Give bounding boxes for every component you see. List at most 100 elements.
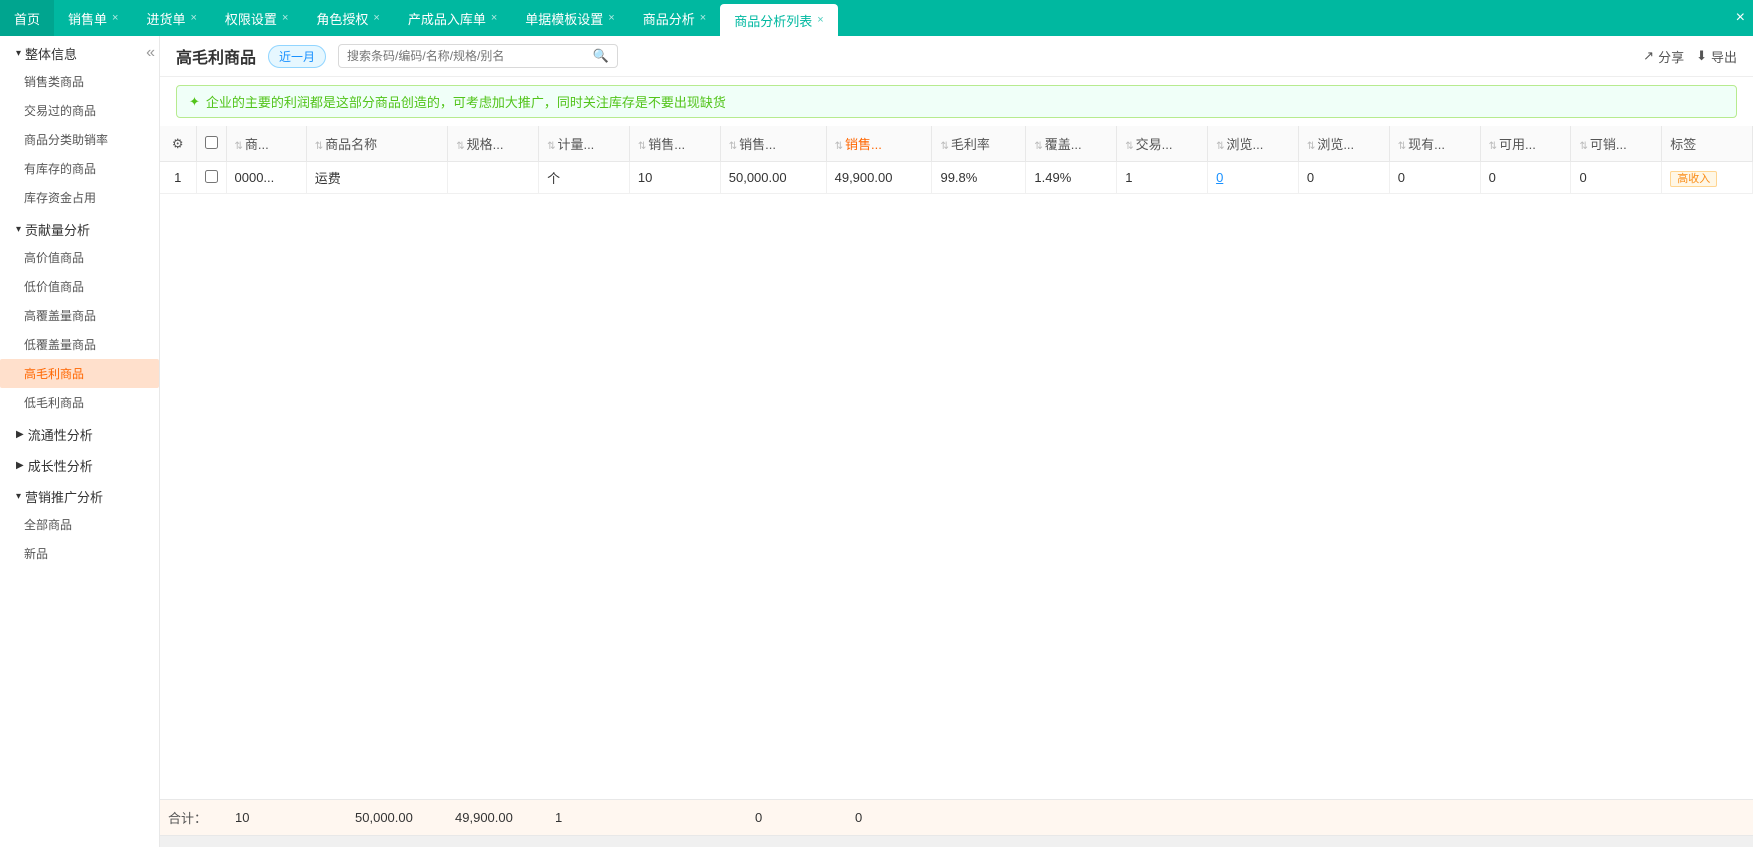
nav-sales[interactable]: 销售单 × — [54, 0, 132, 36]
group-marketing-arrow: ▾ — [16, 491, 21, 502]
export-button[interactable]: ⬇ 导出 — [1696, 47, 1737, 66]
col-tag[interactable]: 标签 — [1662, 126, 1753, 162]
nav-permissions-close[interactable]: × — [282, 12, 288, 24]
nav-roles-close[interactable]: × — [373, 12, 379, 24]
search-input[interactable] — [347, 49, 593, 63]
col-coverage[interactable]: ⇅覆盖... — [1026, 126, 1117, 162]
col-sales-profit[interactable]: ⇅销售... — [826, 126, 932, 162]
content-header: 高毛利商品 近一月 🔍 ↗ 分享 ⬇ 导出 — [160, 36, 1753, 77]
sidebar-group-contribution[interactable]: ▾ 贡献量分析 — [0, 212, 159, 243]
footer-sales-amount: 50,000.00 — [347, 810, 447, 825]
nav-permissions[interactable]: 权限设置 × — [211, 0, 302, 36]
notice-icon: ✦ — [189, 94, 200, 110]
footer-browse2: 0 — [747, 810, 847, 825]
col-browse2[interactable]: ⇅浏览... — [1298, 126, 1389, 162]
footer-cells: 10 50,000.00 49,900.00 1 0 0 — [227, 810, 947, 825]
sidebar-item-stock-goods[interactable]: 有库存的商品 — [0, 154, 159, 183]
footer-trade: 1 — [547, 810, 747, 825]
nav-purchase-close[interactable]: × — [190, 12, 196, 24]
table-header-row: ⚙ ⇅商... ⇅商品名称 ⇅规格... ⇅计量... ⇅销售... ⇅销售..… — [160, 126, 1753, 162]
sidebar-item-low-coverage[interactable]: 低覆盖量商品 — [0, 330, 159, 359]
settings-icon[interactable]: ⚙ — [172, 136, 184, 151]
nav-goods-analysis-list[interactable]: 商品分析列表 × — [720, 4, 837, 36]
group-overview-arrow: ▾ — [16, 48, 21, 59]
col-current[interactable]: ⇅现有... — [1389, 126, 1480, 162]
select-all-checkbox[interactable] — [205, 136, 218, 149]
nav-template[interactable]: 单据模板设置 × — [511, 0, 628, 36]
cell-code: 0000... — [226, 162, 306, 194]
nav-roles[interactable]: 角色授权 × — [302, 0, 393, 36]
cell-current: 0 — [1389, 162, 1480, 194]
col-available[interactable]: ⇅可用... — [1480, 126, 1571, 162]
cell-trade: 1 — [1117, 162, 1208, 194]
cell-unit: 个 — [539, 162, 630, 194]
col-sales-amount[interactable]: ⇅销售... — [720, 126, 826, 162]
cell-checkbox[interactable] — [196, 162, 226, 194]
tag-badge: 高收入 — [1670, 171, 1717, 187]
nav-template-close[interactable]: × — [608, 12, 614, 24]
cell-available: 0 — [1480, 162, 1571, 194]
filter-tag-recent-month[interactable]: 近一月 — [268, 45, 326, 68]
export-icon: ⬇ — [1696, 48, 1707, 64]
footer-saleable: 0 — [847, 810, 947, 825]
header-right-actions: ↗ 分享 ⬇ 导出 — [1643, 47, 1737, 66]
sidebar-item-high-value[interactable]: 高价值商品 — [0, 243, 159, 272]
nav-production-close[interactable]: × — [491, 12, 497, 24]
page-title: 高毛利商品 — [176, 44, 256, 68]
nav-goods-analysis[interactable]: 商品分析 × — [629, 0, 720, 36]
share-button[interactable]: ↗ 分享 — [1643, 47, 1684, 66]
sidebar-group-growth[interactable]: ▶ 成长性分析 — [0, 448, 159, 479]
sidebar-item-low-margin[interactable]: 低毛利商品 — [0, 388, 159, 417]
col-browse1[interactable]: ⇅浏览... — [1208, 126, 1299, 162]
nav-production[interactable]: 产成品入库单 × — [394, 0, 511, 36]
sidebar-item-high-coverage[interactable]: 高覆盖量商品 — [0, 301, 159, 330]
cell-sales-qty: 10 — [629, 162, 720, 194]
sidebar-item-sales-goods[interactable]: 销售类商品 — [0, 67, 159, 96]
notice-text: 企业的主要的利润都是这部分商品创造的，可考虑加大推广，同时关注库存是不要出现缺货 — [206, 92, 726, 111]
sidebar-item-stock-fund[interactable]: 库存资金占用 — [0, 183, 159, 212]
group-liquidity-arrow: ▶ — [16, 429, 24, 440]
sidebar-item-new-goods[interactable]: 新品 — [0, 539, 159, 568]
nav-purchase[interactable]: 进货单 × — [132, 0, 210, 36]
close-all-tabs-icon[interactable]: × — [1736, 9, 1745, 27]
table-footer: 合计： 10 50,000.00 49,900.00 1 0 0 — [160, 799, 1753, 835]
nav-sales-close[interactable]: × — [112, 12, 118, 24]
col-checkbox[interactable] — [196, 126, 226, 162]
sidebar-collapse-button[interactable]: « — [146, 44, 155, 62]
sidebar-group-marketing[interactable]: ▾ 营销推广分析 — [0, 479, 159, 510]
notice-bar: ✦ 企业的主要的利润都是这部分商品创造的，可考虑加大推广，同时关注库存是不要出现… — [176, 85, 1737, 118]
nav-goods-analysis-list-close[interactable]: × — [817, 14, 823, 26]
cell-sales-profit: 49,900.00 — [826, 162, 932, 194]
cell-saleable: 0 — [1571, 162, 1662, 194]
col-code[interactable]: ⇅商... — [226, 126, 306, 162]
content-area: 高毛利商品 近一月 🔍 ↗ 分享 ⬇ 导出 ✦ 企业的主要的利润都是这部分商品创… — [160, 36, 1753, 847]
sidebar-group-overview[interactable]: ▾ 整体信息 — [0, 36, 159, 67]
cell-browse1[interactable]: 0 — [1208, 162, 1299, 194]
col-trade[interactable]: ⇅交易... — [1117, 126, 1208, 162]
sidebar-item-low-value[interactable]: 低价值商品 — [0, 272, 159, 301]
col-settings[interactable]: ⚙ — [160, 126, 196, 162]
cell-tag: 高收入 — [1662, 162, 1753, 194]
col-sales-qty[interactable]: ⇅销售... — [629, 126, 720, 162]
sidebar-group-liquidity[interactable]: ▶ 流通性分析 — [0, 417, 159, 448]
col-unit[interactable]: ⇅计量... — [539, 126, 630, 162]
row-checkbox[interactable] — [205, 170, 218, 183]
sidebar-item-category-rate[interactable]: 商品分类助销率 — [0, 125, 159, 154]
col-spec[interactable]: ⇅规格... — [448, 126, 539, 162]
nav-home[interactable]: 首页 — [0, 0, 54, 36]
cell-sales-amount: 50,000.00 — [720, 162, 826, 194]
col-saleable[interactable]: ⇅可销... — [1571, 126, 1662, 162]
horizontal-scrollbar[interactable] — [160, 835, 1753, 847]
sidebar-item-all-goods[interactable]: 全部商品 — [0, 510, 159, 539]
search-box: 🔍 — [338, 44, 618, 68]
group-contribution-arrow: ▾ — [16, 224, 21, 235]
sidebar-item-traded-goods[interactable]: 交易过的商品 — [0, 96, 159, 125]
col-gross-rate[interactable]: ⇅毛利率 — [932, 126, 1026, 162]
cell-name: 运费 — [306, 162, 447, 194]
search-icon[interactable]: 🔍 — [593, 48, 609, 64]
sidebar-item-high-margin[interactable]: 高毛利商品 — [0, 359, 159, 388]
col-name[interactable]: ⇅商品名称 — [306, 126, 447, 162]
nav-goods-analysis-close[interactable]: × — [700, 12, 706, 24]
footer-sales-profit: 49,900.00 — [447, 810, 547, 825]
group-growth-arrow: ▶ — [16, 460, 24, 471]
